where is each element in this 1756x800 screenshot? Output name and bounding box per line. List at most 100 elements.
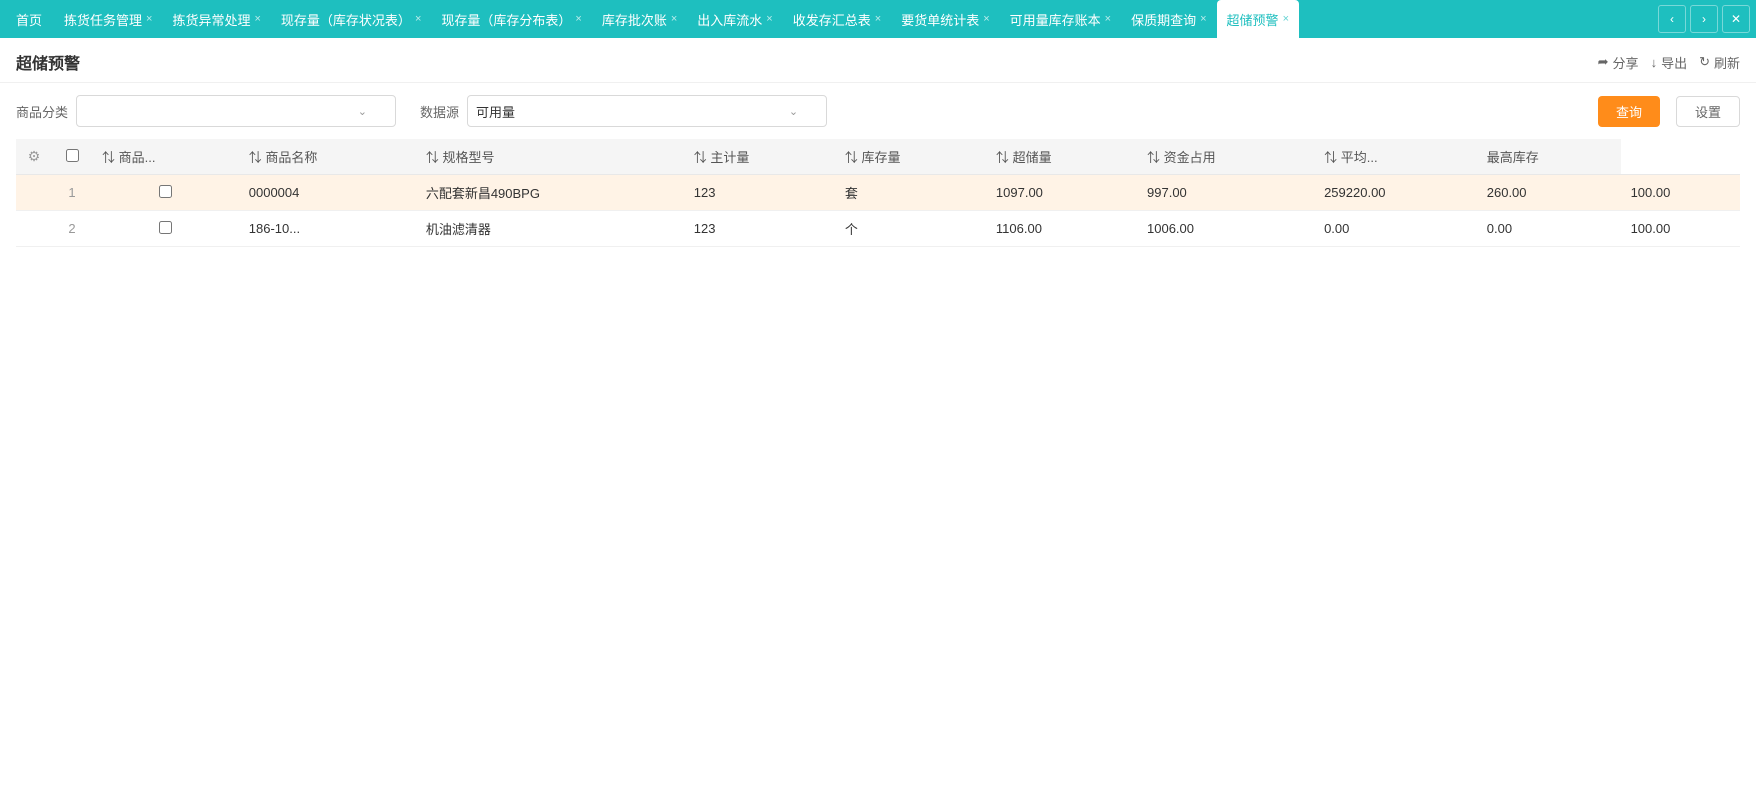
nav-tab-close-btn[interactable]: × <box>766 13 772 25</box>
col-overstock-label: 超储量 <box>1013 150 1052 165</box>
col-spec-label: 规格型号 <box>442 150 494 165</box>
col-header-stock[interactable]: ⇅ 库存量 <box>835 139 986 175</box>
nav-tab-label: 拣货任务管理 <box>64 10 142 29</box>
chevron-down-icon: ⌄ <box>358 105 367 118</box>
nav-tab-tab-2[interactable]: 拣货异常处理 × <box>162 0 270 38</box>
row-product-name: 六配套新昌490BPG <box>416 175 684 211</box>
row-stock: 1106.00 <box>986 211 1137 247</box>
nav-home[interactable]: 首页 <box>4 0 54 38</box>
row-spec: 123 <box>684 211 835 247</box>
data-table: ⚙ ⇅ 商品... ⇅ 商品名称 ⇅ 规格型号 ⇅ <box>16 139 1740 247</box>
row-checkbox-cell[interactable] <box>92 211 239 247</box>
nav-tab-tab-11[interactable]: 超储预警 × <box>1217 0 1299 38</box>
nav-tab-tab-9[interactable]: 可用量库存账本 × <box>1000 0 1121 38</box>
nav-tab-close-btn[interactable]: × <box>983 13 989 25</box>
table-row: 2 186-10... 机油滤清器 123 个 1106.00 1006.00 … <box>16 211 1740 247</box>
nav-tab-close-btn[interactable]: × <box>254 13 260 25</box>
nav-tab-label: 保质期查询 <box>1131 10 1196 29</box>
col-header-overstock[interactable]: ⇅ 超储量 <box>986 139 1137 175</box>
select-all-checkbox[interactable] <box>66 149 79 162</box>
col-product-name-label: 商品名称 <box>265 150 317 165</box>
row-number: 2 <box>52 211 92 247</box>
product-category-select[interactable]: ⌄ <box>76 95 396 127</box>
nav-tab-label: 现存量（库存状况表） <box>281 10 411 29</box>
row-capital: 0.00 <box>1314 211 1477 247</box>
nav-tab-label: 要货单统计表 <box>901 10 979 29</box>
row-max-stock: 100.00 <box>1621 175 1740 211</box>
settings-button[interactable]: 设置 <box>1676 96 1740 127</box>
row-settings-cell <box>16 175 52 211</box>
data-source-value: 可用量 <box>476 102 515 121</box>
col-header-max-stock[interactable]: 最高库存 <box>1477 139 1621 175</box>
share-icon: ➦ <box>1598 54 1609 70</box>
col-header-product-name[interactable]: ⇅ 商品名称 <box>239 139 416 175</box>
nav-tab-tab-4[interactable]: 现存量（库存分布表） × <box>431 0 591 38</box>
nav-tab-close-btn[interactable]: × <box>875 13 881 25</box>
row-checkbox[interactable] <box>159 185 172 198</box>
data-source-filter: 数据源 可用量 ⌄ <box>420 95 827 127</box>
col-header-product-code[interactable]: ⇅ 商品... <box>92 139 239 175</box>
nav-tab-label: 超储预警 <box>1227 10 1279 29</box>
export-button[interactable]: ↓ 导出 <box>1651 53 1688 72</box>
nav-tab-tab-8[interactable]: 要货单统计表 × <box>891 0 999 38</box>
row-unit: 套 <box>835 175 986 211</box>
nav-tab-close-btn[interactable]: × <box>1283 13 1289 25</box>
col-header-spec[interactable]: ⇅ 规格型号 <box>416 139 684 175</box>
row-overstock: 1006.00 <box>1137 211 1314 247</box>
row-avg: 0.00 <box>1477 211 1621 247</box>
col-header-unit[interactable]: ⇅ 主计量 <box>684 139 835 175</box>
nav-prev-btn[interactable]: ‹ <box>1658 5 1686 33</box>
nav-tab-label: 拣货异常处理 <box>172 10 250 29</box>
top-nav: 首页 拣货任务管理 ×拣货异常处理 ×现存量（库存状况表） ×现存量（库存分布表… <box>0 0 1756 38</box>
nav-tab-close-btn[interactable]: × <box>1200 13 1206 25</box>
col-header-checkbox[interactable] <box>52 139 92 175</box>
product-category-label: 商品分类 <box>16 102 68 121</box>
nav-tab-tab-1[interactable]: 拣货任务管理 × <box>54 0 162 38</box>
nav-tab-label: 可用量库存账本 <box>1010 10 1101 29</box>
gear-icon[interactable]: ⚙ <box>28 148 41 164</box>
nav-arrows: ‹ › ✕ <box>1656 5 1752 33</box>
col-unit-label: 主计量 <box>710 150 749 165</box>
table-header-row: ⚙ ⇅ 商品... ⇅ 商品名称 ⇅ 规格型号 ⇅ <box>16 139 1740 175</box>
nav-next-btn[interactable]: › <box>1690 5 1718 33</box>
action-buttons: 查询 设置 <box>1598 96 1740 127</box>
data-source-label: 数据源 <box>420 102 459 121</box>
row-capital: 259220.00 <box>1314 175 1477 211</box>
nav-tab-label: 库存批次账 <box>602 10 667 29</box>
col-avg-label: 平均... <box>1341 150 1378 165</box>
nav-tab-tab-10[interactable]: 保质期查询 × <box>1121 0 1216 38</box>
filter-area: 商品分类 ⌄ 数据源 可用量 ⌄ 查询 设置 <box>0 83 1756 139</box>
nav-tab-label: 收发存汇总表 <box>793 10 871 29</box>
query-button[interactable]: 查询 <box>1598 96 1660 127</box>
table-area: ⚙ ⇅ 商品... ⇅ 商品名称 ⇅ 规格型号 ⇅ <box>0 139 1756 247</box>
row-product-name: 机油滤清器 <box>416 211 684 247</box>
nav-tab-tab-5[interactable]: 库存批次账 × <box>592 0 687 38</box>
header-actions: ➦ 分享 ↓ 导出 ↻ 刷新 <box>1598 53 1740 72</box>
nav-tab-label: 现存量（库存分布表） <box>441 10 571 29</box>
page-header: 超储预警 ➦ 分享 ↓ 导出 ↻ 刷新 <box>0 38 1756 83</box>
col-header-capital[interactable]: ⇅ 资金占用 <box>1137 139 1314 175</box>
page-title: 超储预警 <box>16 50 80 74</box>
nav-tab-tab-3[interactable]: 现存量（库存状况表） × <box>271 0 431 38</box>
row-unit: 个 <box>835 211 986 247</box>
nav-tab-close-btn[interactable]: × <box>415 13 421 25</box>
nav-tab-close-btn[interactable]: × <box>1105 13 1111 25</box>
row-number: 1 <box>52 175 92 211</box>
table-row: 1 0000004 六配套新昌490BPG 123 套 1097.00 997.… <box>16 175 1740 211</box>
chevron-down-icon: ⌄ <box>789 105 798 118</box>
nav-tab-close-btn[interactable]: × <box>671 13 677 25</box>
export-icon: ↓ <box>1651 55 1658 70</box>
data-source-select[interactable]: 可用量 ⌄ <box>467 95 827 127</box>
row-checkbox[interactable] <box>159 221 172 234</box>
col-header-avg[interactable]: ⇅ 平均... <box>1314 139 1477 175</box>
nav-tab-tab-7[interactable]: 收发存汇总表 × <box>783 0 891 38</box>
refresh-button[interactable]: ↻ 刷新 <box>1699 53 1740 72</box>
nav-tab-tab-6[interactable]: 出入库流水 × <box>687 0 782 38</box>
nav-close-btn[interactable]: ✕ <box>1722 5 1750 33</box>
share-button[interactable]: ➦ 分享 <box>1598 53 1639 72</box>
nav-tab-close-btn[interactable]: × <box>146 13 152 25</box>
row-product-code: 0000004 <box>239 175 416 211</box>
nav-tab-close-btn[interactable]: × <box>575 13 581 25</box>
row-checkbox-cell[interactable] <box>92 175 239 211</box>
col-header-settings: ⚙ <box>16 139 52 175</box>
